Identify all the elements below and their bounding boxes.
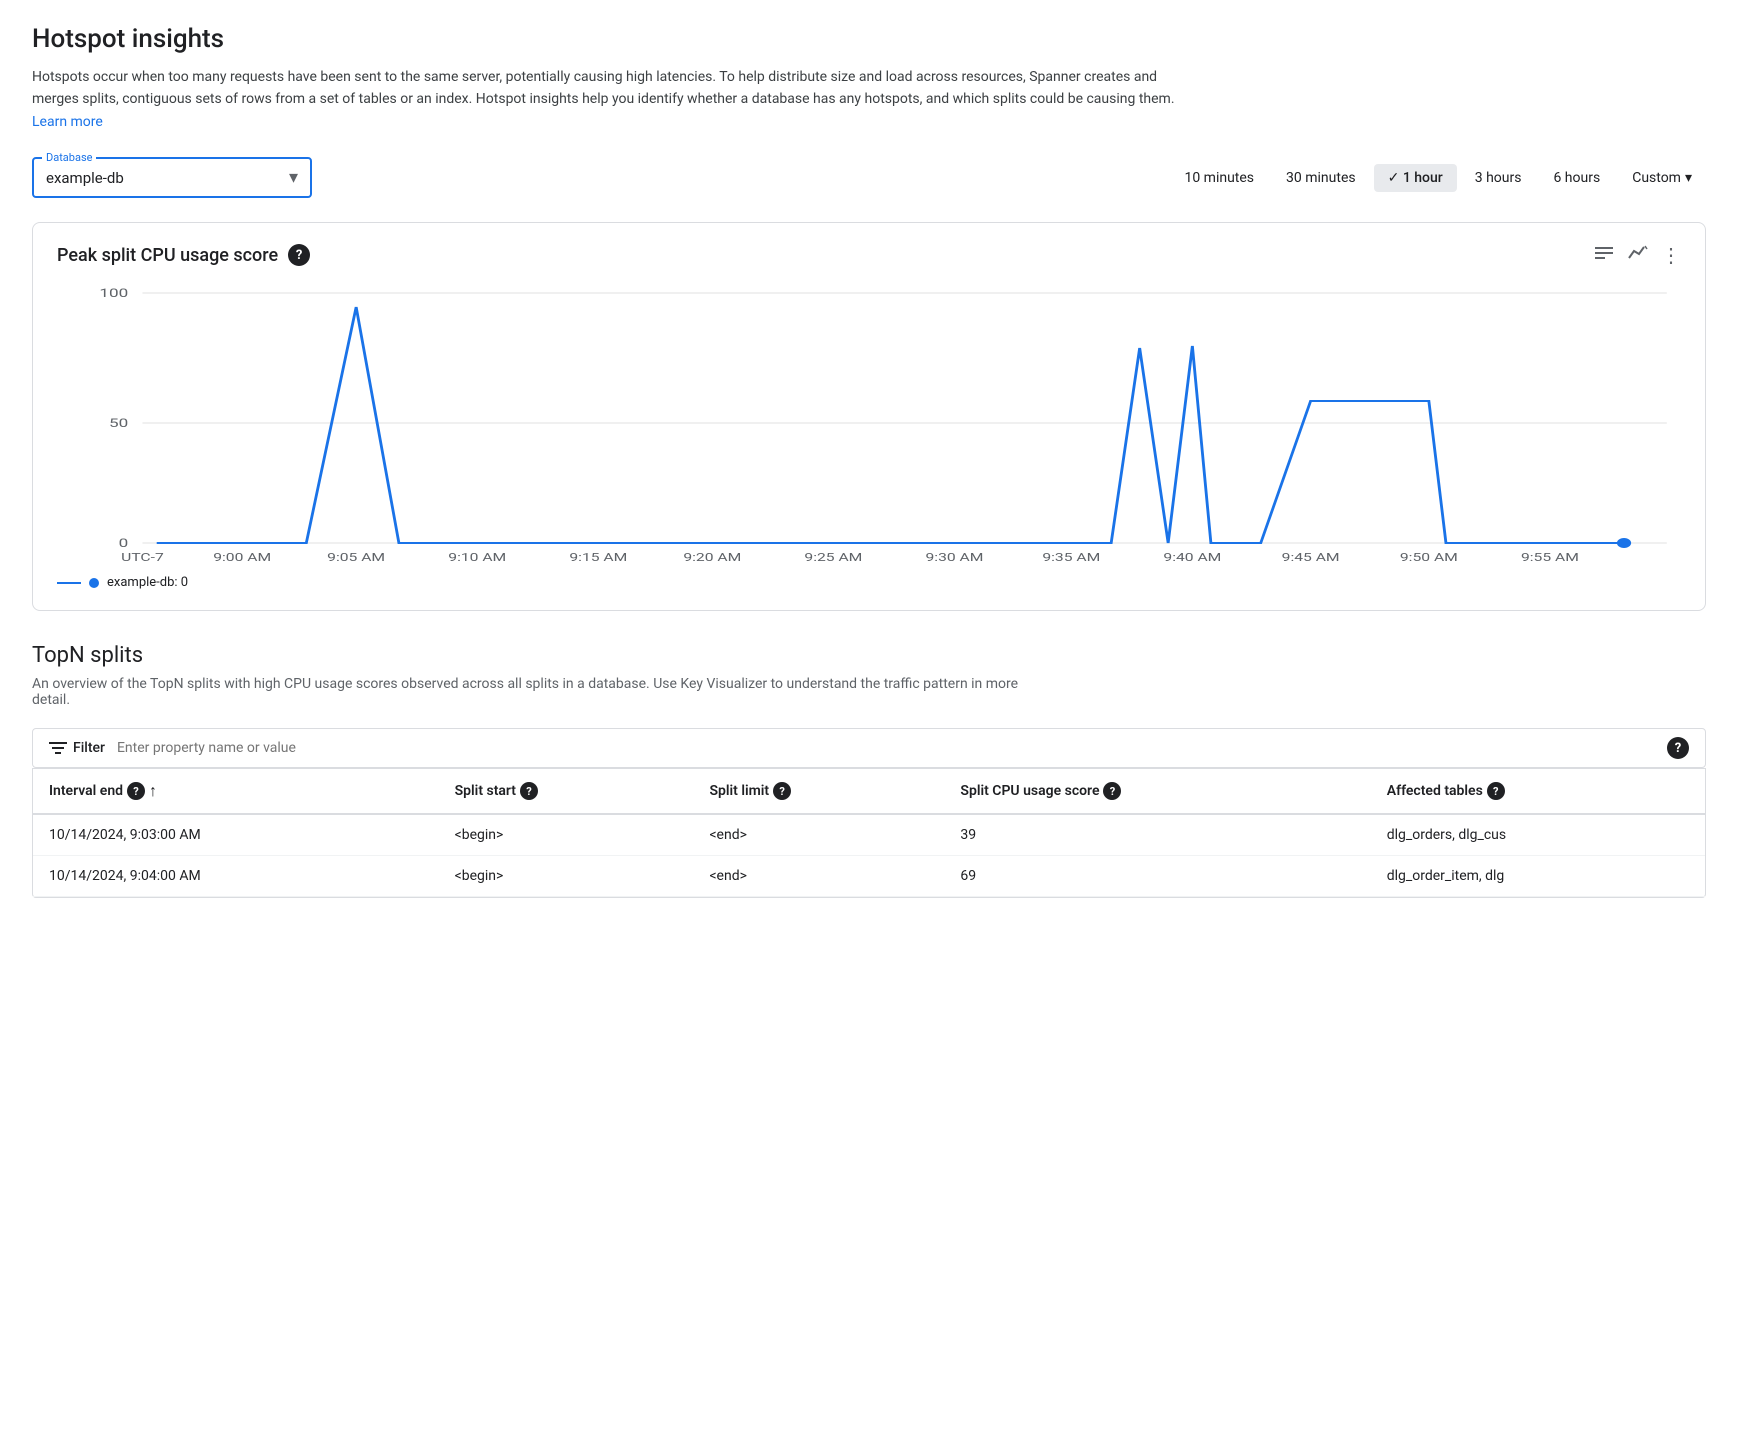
legend-label: example-db: 0: [107, 575, 188, 590]
filter-input[interactable]: [117, 740, 1667, 756]
col-interval-end: Interval end ? ↑: [33, 769, 439, 815]
svg-text:9:35 AM: 9:35 AM: [1042, 551, 1100, 563]
legend-line: [57, 582, 81, 584]
cell-cpu-score-0: 39: [944, 814, 1370, 856]
time-btn-10min[interactable]: 10 minutes: [1170, 164, 1268, 192]
col-split-limit: Split limit ?: [693, 769, 944, 815]
chart-legend: example-db: 0: [57, 575, 1681, 590]
chart-svg: 100 50 0 UTC-7 9:00 AM 9:05 AM 9:10 AM 9…: [57, 283, 1681, 563]
svg-text:50: 50: [109, 416, 128, 431]
sort-icon-interval[interactable]: ↑: [149, 781, 157, 801]
cell-interval-end-1: 10/14/2024, 9:04:00 AM: [33, 856, 439, 897]
cell-split-limit-1: <end>: [693, 856, 944, 897]
database-selector-label: Database: [42, 151, 96, 164]
database-value: example-db: [46, 169, 124, 187]
svg-text:9:45 AM: 9:45 AM: [1282, 551, 1340, 563]
table-wrapper: Interval end ? ↑ Split start ? Split lim…: [32, 768, 1706, 898]
cell-interval-end-0: 10/14/2024, 9:03:00 AM: [33, 814, 439, 856]
cell-affected-tables-0: dlg_orders, dlg_cus: [1371, 814, 1705, 856]
filter-label: Filter: [73, 740, 105, 756]
chart-actions: ⋮: [1593, 243, 1681, 267]
cell-affected-tables-1: dlg_order_item, dlg: [1371, 856, 1705, 897]
svg-text:9:10 AM: 9:10 AM: [448, 551, 506, 563]
filter-bar: Filter ?: [32, 728, 1706, 768]
more-options-icon[interactable]: ⋮: [1661, 243, 1681, 267]
time-btn-custom[interactable]: Custom ▾: [1618, 164, 1706, 192]
chevron-down-icon: ▾: [1685, 170, 1692, 186]
svg-text:9:00 AM: 9:00 AM: [213, 551, 271, 563]
svg-text:9:55 AM: 9:55 AM: [1521, 551, 1579, 563]
chart-area: 100 50 0 UTC-7 9:00 AM 9:05 AM 9:10 AM 9…: [57, 283, 1681, 563]
svg-text:9:05 AM: 9:05 AM: [327, 551, 385, 563]
svg-text:9:30 AM: 9:30 AM: [926, 551, 984, 563]
svg-text:9:40 AM: 9:40 AM: [1163, 551, 1221, 563]
col-help-3[interactable]: ?: [1103, 782, 1121, 800]
database-select-trigger[interactable]: example-db ▾: [46, 163, 298, 192]
col-help-1[interactable]: ?: [520, 782, 538, 800]
col-cpu-score: Split CPU usage score ?: [944, 769, 1370, 815]
svg-text:9:25 AM: 9:25 AM: [804, 551, 862, 563]
svg-text:0: 0: [119, 536, 129, 551]
topn-title: TopN splits: [32, 643, 1706, 668]
time-range-selector: 10 minutes 30 minutes ✓ 1 hour 3 hours 6…: [1170, 164, 1706, 192]
cell-cpu-score-1: 69: [944, 856, 1370, 897]
database-selector[interactable]: Database example-db ▾: [32, 157, 312, 198]
table-header-row: Interval end ? ↑ Split start ? Split lim…: [33, 769, 1705, 815]
filter-help-icon[interactable]: ?: [1667, 737, 1689, 759]
cell-split-limit-0: <end>: [693, 814, 944, 856]
chart-help-icon[interactable]: ?: [288, 244, 310, 266]
table-row: 10/14/2024, 9:04:00 AM <begin> <end> 69 …: [33, 856, 1705, 897]
time-btn-6hours[interactable]: 6 hours: [1539, 164, 1614, 192]
filter-button[interactable]: Filter: [49, 740, 105, 756]
learn-more-link[interactable]: Learn more: [32, 114, 103, 130]
topn-description: An overview of the TopN splits with high…: [32, 676, 1032, 708]
chart-title: Peak split CPU usage score: [57, 245, 278, 266]
cell-split-start-1: <begin>: [439, 856, 694, 897]
col-help-2[interactable]: ?: [773, 782, 791, 800]
chart-endpoint-dot: [1617, 538, 1631, 548]
chart-card: Peak split CPU usage score ? ⋮: [32, 222, 1706, 611]
col-affected-tables: Affected tables ?: [1371, 769, 1705, 815]
svg-text:UTC-7: UTC-7: [121, 551, 164, 563]
col-help-0[interactable]: ?: [127, 782, 145, 800]
controls-row: Database example-db ▾ 10 minutes 30 minu…: [32, 157, 1706, 198]
chart-line: [157, 307, 1624, 543]
legend-dot: [89, 578, 99, 588]
cell-split-start-0: <begin>: [439, 814, 694, 856]
time-btn-3hours[interactable]: 3 hours: [1461, 164, 1536, 192]
chart-type-icon[interactable]: [1627, 243, 1649, 267]
page-title: Hotspot insights: [32, 24, 1706, 54]
col-split-start: Split start ?: [439, 769, 694, 815]
svg-text:9:20 AM: 9:20 AM: [683, 551, 741, 563]
topn-table: Interval end ? ↑ Split start ? Split lim…: [33, 768, 1705, 897]
check-icon: ✓: [1388, 170, 1403, 186]
chevron-down-icon: ▾: [289, 167, 298, 188]
col-help-4[interactable]: ?: [1487, 782, 1505, 800]
table-row: 10/14/2024, 9:03:00 AM <begin> <end> 39 …: [33, 814, 1705, 856]
svg-text:9:15 AM: 9:15 AM: [569, 551, 627, 563]
svg-text:9:50 AM: 9:50 AM: [1400, 551, 1458, 563]
time-btn-1hour[interactable]: ✓ 1 hour: [1374, 164, 1457, 192]
chart-header: Peak split CPU usage score ? ⋮: [57, 243, 1681, 267]
page-description: Hotspots occur when too many requests ha…: [32, 66, 1192, 133]
legend-icon[interactable]: [1593, 243, 1615, 267]
svg-text:100: 100: [99, 286, 128, 301]
chart-title-row: Peak split CPU usage score ?: [57, 244, 310, 266]
time-btn-30min[interactable]: 30 minutes: [1272, 164, 1370, 192]
